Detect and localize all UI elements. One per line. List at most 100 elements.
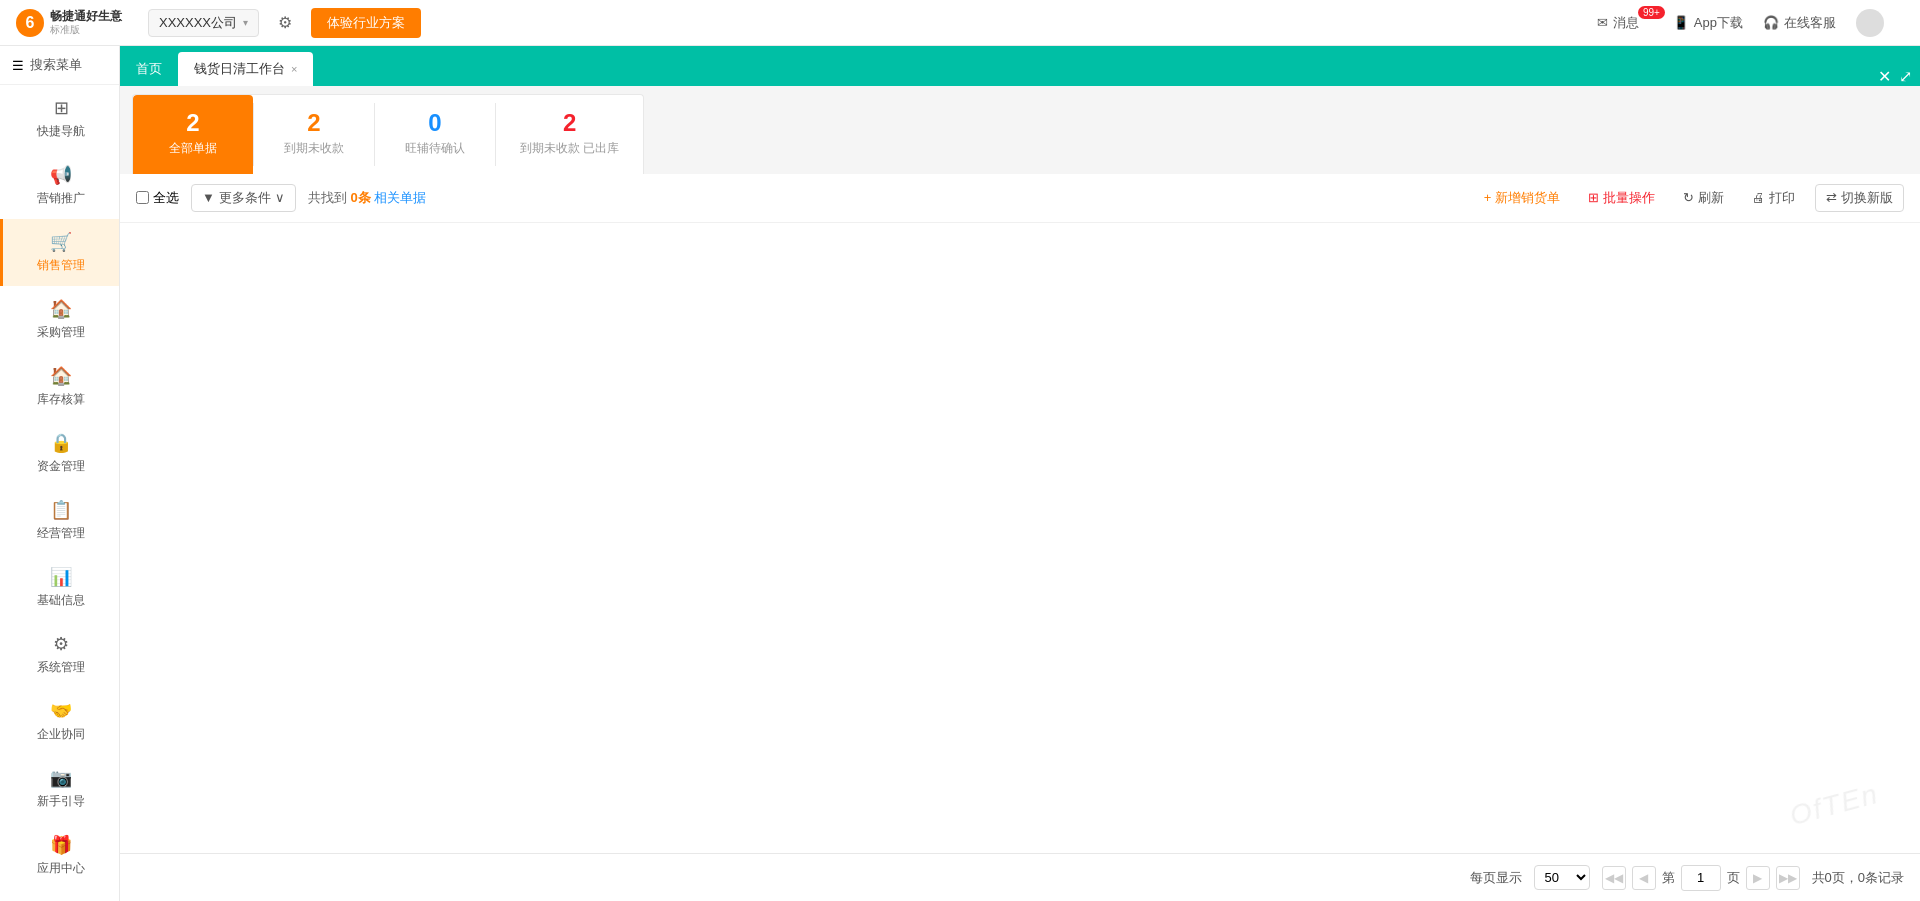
sidebar-label-purchase: 采购管理 [37, 324, 85, 341]
operation-icon: 📋 [50, 499, 72, 521]
page-suffix: 页 [1727, 869, 1740, 887]
next-page-button[interactable]: ▶ [1746, 866, 1770, 890]
top-header: 6 畅捷通好生意 标准版 XXXXXX公司 ▾ ⚙ 体验行业方案 ✉ 消息 99… [0, 0, 1920, 46]
headset-icon: 🎧 [1763, 15, 1779, 30]
guide-icon: 📷 [50, 767, 72, 789]
sidebar-label-sales: 销售管理 [37, 257, 85, 274]
refresh-icon: ↻ [1683, 190, 1694, 205]
card-pending-count: 0 [428, 109, 441, 138]
online-service-button[interactable]: 🎧 在线客服 [1763, 14, 1836, 32]
sidebar-label-system: 系统管理 [37, 659, 85, 676]
card-overdue-count: 2 [307, 109, 320, 138]
header-right: ✉ 消息 99+ 📱 App下载 🎧 在线客服 [1597, 9, 1904, 37]
sidebar-item-operation[interactable]: 📋 经营管理 [0, 487, 119, 554]
batch-icon: ⊞ [1588, 190, 1599, 205]
last-page-button[interactable]: ▶▶ [1776, 866, 1800, 890]
sidebar-label-finance: 资金管理 [37, 458, 85, 475]
card-overdue[interactable]: 2 到期未收款 [254, 95, 374, 174]
sidebar-item-marketing[interactable]: 📢 营销推广 [0, 152, 119, 219]
page-size-select[interactable]: 50 100 200 [1534, 865, 1590, 890]
toolbar-left: 全选 ▼ 更多条件 ∨ 共找到 0条 相关单据 [136, 184, 426, 212]
sidebar-item-purchase[interactable]: 🏠 采购管理 [0, 286, 119, 353]
header-left: 6 畅捷通好生意 标准版 XXXXXX公司 ▾ ⚙ 体验行业方案 [16, 8, 421, 38]
prev-page-button[interactable]: ◀ [1632, 866, 1656, 890]
message-button[interactable]: ✉ 消息 99+ [1597, 14, 1653, 32]
empty-area [120, 223, 1920, 901]
tab-actions: ✕ ⤢ [1878, 67, 1920, 86]
batch-operation-button[interactable]: ⊞ 批量操作 [1580, 185, 1663, 211]
main-content: 2 全部单据 2 到期未收款 0 旺辅待确认 2 到期未收款 已出库 [120, 86, 1920, 901]
sidebar-item-inventory[interactable]: 🏠 库存核算 [0, 353, 119, 420]
logo-area: 6 畅捷通好生意 标准版 [16, 9, 136, 37]
filter-label: 更多条件 [219, 189, 271, 207]
sidebar-label-basic-info: 基础信息 [37, 592, 85, 609]
sidebar-label-cooperation: 企业协同 [37, 726, 85, 743]
sidebar-item-app-center[interactable]: 🎁 应用中心 [0, 822, 119, 889]
related-link[interactable]: 相关单据 [374, 190, 426, 205]
filter-button[interactable]: ▼ 更多条件 ∨ [191, 184, 296, 212]
cards-container: 2 全部单据 2 到期未收款 0 旺辅待确认 2 到期未收款 已出库 [132, 94, 644, 174]
switch-label: 切换新版 [1841, 189, 1893, 207]
message-label: 消息 [1613, 14, 1639, 32]
print-icon: 🖨 [1752, 190, 1765, 205]
sidebar-item-cooperation[interactable]: 🤝 企业协同 [0, 688, 119, 755]
online-service-label: 在线客服 [1784, 14, 1836, 32]
sidebar-item-guide[interactable]: 📷 新手引导 [0, 755, 119, 822]
search-menu-button[interactable]: ☰ 搜索菜单 [0, 46, 119, 85]
card-overdue-label: 到期未收款 [284, 140, 344, 157]
sidebar-item-quick-nav[interactable]: ⊞ 快捷导航 [0, 85, 119, 152]
page-size-label: 每页显示 [1470, 869, 1522, 887]
search-menu-label: 搜索菜单 [30, 56, 82, 74]
cooperation-icon: 🤝 [50, 700, 72, 722]
refresh-button[interactable]: ↻ 刷新 [1675, 185, 1732, 211]
sidebar-item-finance[interactable]: 🔒 资金管理 [0, 420, 119, 487]
found-count: 0条 [351, 190, 371, 205]
avatar[interactable] [1856, 9, 1884, 37]
select-all-checkbox-label[interactable]: 全选 [136, 189, 179, 207]
select-all-checkbox[interactable] [136, 191, 149, 204]
sidebar-label-operation: 经营管理 [37, 525, 85, 542]
settings-button[interactable]: ⚙ [271, 9, 299, 37]
card-shipped[interactable]: 2 到期未收款 已出库 [496, 95, 643, 174]
switch-icon: ⇄ [1826, 190, 1837, 205]
toolbar: 全选 ▼ 更多条件 ∨ 共找到 0条 相关单据 + 新增销货单 ⊞ 批量操作 [120, 174, 1920, 223]
switch-version-button[interactable]: ⇄ 切换新版 [1815, 184, 1904, 212]
sidebar-label-quick-nav: 快捷导航 [37, 123, 85, 140]
sidebar-item-system[interactable]: ⚙ 系统管理 [0, 621, 119, 688]
app-download-button[interactable]: 📱 App下载 [1673, 14, 1743, 32]
system-icon: ⚙ [53, 633, 69, 655]
trial-button[interactable]: 体验行业方案 [311, 8, 421, 38]
page-label: 第 [1662, 869, 1675, 887]
logo-icon: 6 [16, 9, 44, 37]
window-close-icon[interactable]: ✕ [1878, 67, 1891, 86]
add-sale-order-button[interactable]: + 新增销货单 [1476, 185, 1568, 211]
pagination-bar: 每页显示 50 100 200 ◀◀ ◀ 第 页 ▶ ▶▶ 共0页，0条记录 [120, 853, 1920, 901]
print-label: 打印 [1769, 189, 1795, 207]
app-download-label: App下载 [1694, 14, 1743, 32]
sidebar-item-wechat[interactable]: 💬 企业微信 [0, 889, 119, 901]
home-tab-label: 首页 [136, 60, 162, 78]
home-tab[interactable]: 首页 [120, 52, 178, 86]
active-tab[interactable]: 钱货日清工作台 × [178, 52, 313, 86]
found-text: 共找到 0条 相关单据 [308, 189, 426, 207]
tab-close-icon[interactable]: × [291, 63, 297, 75]
nav-tabs: 首页 钱货日清工作台 × ✕ ⤢ [120, 46, 1920, 86]
message-badge: 99+ [1638, 6, 1665, 19]
marketing-icon: 📢 [50, 164, 72, 186]
batch-label: 批量操作 [1603, 189, 1655, 207]
page-nav: ◀◀ ◀ 第 页 ▶ ▶▶ [1602, 865, 1800, 891]
content-area: 2 全部单据 2 到期未收款 0 旺辅待确认 2 到期未收款 已出库 [120, 86, 1920, 901]
window-maximize-icon[interactable]: ⤢ [1899, 67, 1912, 86]
print-button[interactable]: 🖨 打印 [1744, 185, 1803, 211]
first-page-button[interactable]: ◀◀ [1602, 866, 1626, 890]
found-label: 共找到 [308, 190, 347, 205]
page-input[interactable] [1681, 865, 1721, 891]
sidebar-label-marketing: 营销推广 [37, 190, 85, 207]
sidebar-item-sales[interactable]: 🛒 销售管理 [0, 219, 119, 286]
company-name: XXXXXX公司 [159, 14, 237, 32]
sidebar-item-basic-info[interactable]: 📊 基础信息 [0, 554, 119, 621]
company-selector[interactable]: XXXXXX公司 ▾ [148, 9, 259, 37]
card-all[interactable]: 2 全部单据 [133, 95, 253, 174]
card-pending[interactable]: 0 旺辅待确认 [375, 95, 495, 174]
select-all-label: 全选 [153, 189, 179, 207]
